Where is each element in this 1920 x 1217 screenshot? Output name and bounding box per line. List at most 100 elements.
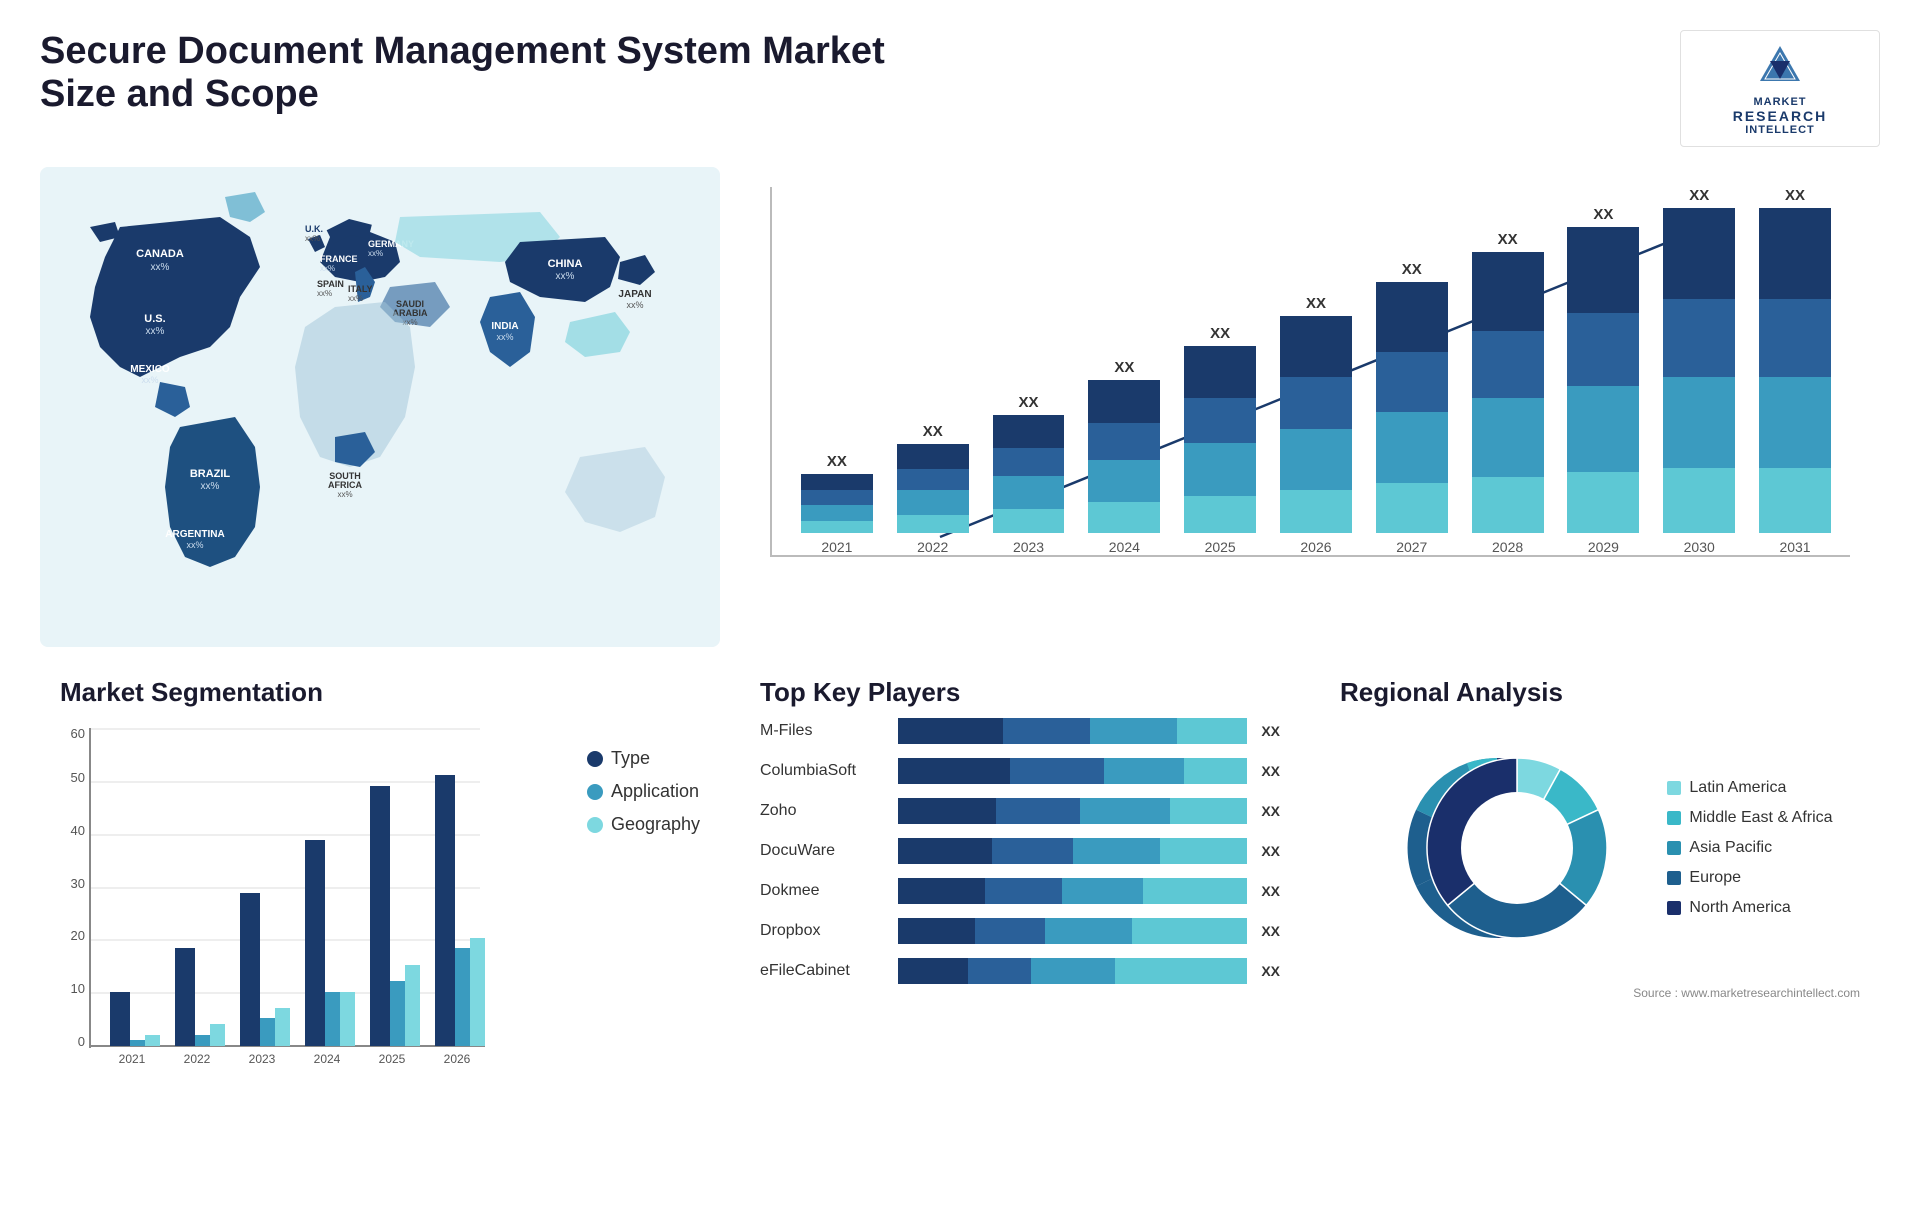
player-bar-seg-3	[1170, 798, 1247, 824]
legend-dot-type	[587, 751, 603, 767]
bar-year-label-2022: 2022	[917, 539, 948, 555]
bar-year-label-2027: 2027	[1396, 539, 1427, 555]
svg-text:2025: 2025	[379, 1052, 406, 1066]
label-north-america: North America	[1689, 899, 1790, 917]
player-row-2: ZohoXX	[760, 798, 1280, 824]
player-bar-seg-0	[898, 718, 1003, 744]
player-bar-seg-3	[1184, 758, 1247, 784]
bar-value-2023: XX	[1019, 394, 1039, 411]
bar-group-2022: XX 2022	[888, 187, 978, 555]
page: Secure Document Management System Market…	[0, 0, 1920, 1217]
bar-segment-1	[993, 448, 1065, 476]
bar-segment-2	[993, 476, 1065, 509]
svg-text:AFRICA: AFRICA	[328, 480, 362, 490]
bar-group-2023: XX2023	[984, 187, 1074, 555]
legend-dot-application	[587, 784, 603, 800]
legend-north-america: North America	[1667, 899, 1832, 917]
svg-text:xx%: xx%	[201, 481, 220, 492]
player-bar-seg-2	[1080, 798, 1171, 824]
svg-text:U.S.: U.S.	[144, 313, 165, 325]
bar-segment-0	[1567, 227, 1639, 313]
player-row-1: ColumbiaSoftXX	[760, 758, 1280, 784]
bar-value-2025: XX	[1210, 325, 1230, 342]
player-bar-seg-0	[898, 838, 992, 864]
player-name-3: DocuWare	[760, 842, 890, 860]
bar-group-2030: XX 2030	[1654, 187, 1744, 555]
player-value-5: XX	[1261, 923, 1280, 939]
label-europe: Europe	[1689, 869, 1741, 887]
bar-year-label-2030: 2030	[1684, 539, 1715, 555]
player-row-4: DokmeeXX	[760, 878, 1280, 904]
svg-text:xx%: xx%	[337, 490, 352, 499]
svg-text:xx%: xx%	[141, 375, 158, 385]
bar-segment-3	[801, 521, 873, 533]
label-middle-east: Middle East & Africa	[1689, 809, 1832, 827]
svg-text:JAPAN: JAPAN	[618, 289, 651, 300]
bar-value-2029: XX	[1593, 206, 1613, 223]
player-bar-seg-2	[1073, 838, 1160, 864]
bar-group-2027: XX 2027	[1367, 187, 1457, 555]
svg-text:FRANCE: FRANCE	[320, 254, 358, 264]
player-bar-seg-1	[1010, 758, 1104, 784]
legend-type: Type	[587, 748, 700, 769]
donut-chart-proper	[1387, 718, 1647, 978]
player-bar-seg-0	[898, 958, 968, 984]
bar-value-2021: XX	[827, 453, 847, 470]
bar-stack-2022	[897, 444, 969, 533]
legend-label-type: Type	[611, 748, 650, 769]
player-bar-seg-3	[1115, 958, 1248, 984]
legend-asia-pacific: Asia Pacific	[1667, 839, 1832, 857]
player-bar-seg-2	[1062, 878, 1142, 904]
logo-line1: MARKET	[1753, 96, 1806, 108]
bar-segment-0	[897, 444, 969, 469]
bar-stack-2030	[1663, 208, 1735, 533]
bar-segment-2	[801, 505, 873, 522]
bar-segment-1	[1088, 423, 1160, 460]
player-bar-seg-1	[1003, 718, 1090, 744]
bar-group-2026: XX2026	[1271, 187, 1361, 555]
bar-segment-3	[1280, 490, 1352, 533]
bar-year-label-2025: 2025	[1205, 539, 1236, 555]
svg-text:50: 50	[71, 770, 85, 785]
svg-text:2021: 2021	[119, 1052, 146, 1066]
bar-segment-2	[1184, 443, 1256, 495]
bar-segment-3	[897, 515, 969, 533]
player-bar-seg-0	[898, 798, 996, 824]
bar-segment-0	[1088, 380, 1160, 423]
logo-line2: RESEARCH	[1733, 108, 1828, 124]
color-latin-america	[1667, 781, 1681, 795]
bar-segment-3	[1663, 468, 1735, 533]
player-row-5: DropboxXX	[760, 918, 1280, 944]
bar-stack-2025	[1184, 346, 1256, 533]
player-bar-4	[898, 878, 1247, 904]
bar-chart-wrapper: XX2021XX2022XX2023XX2024XX2025XX2026XX20…	[770, 187, 1850, 607]
player-bar-seg-2	[1090, 718, 1177, 744]
player-row-0: M-FilesXX	[760, 718, 1280, 744]
player-bar-seg-3	[1177, 718, 1247, 744]
bar-segment-3	[1759, 468, 1831, 533]
player-value-2: XX	[1261, 803, 1280, 819]
bar-segment-2	[1088, 460, 1160, 503]
svg-text:30: 30	[71, 876, 85, 891]
svg-text:xx%: xx%	[348, 294, 363, 303]
bottom-right-section: Top Key Players M-FilesXXColumbiaSoftXXZ…	[740, 667, 1880, 1187]
bar-year-label-2028: 2028	[1492, 539, 1523, 555]
seg-chart-wrapper: 0 10 20 30 40 50 60	[60, 718, 567, 1088]
player-value-6: XX	[1261, 963, 1280, 979]
bar-value-2027: XX	[1402, 261, 1422, 278]
bar-segment-2	[1472, 398, 1544, 477]
player-row-6: eFileCabinetXX	[760, 958, 1280, 984]
legend-label-geography: Geography	[611, 814, 700, 835]
bar-segment-3	[1472, 477, 1544, 533]
bar-year-label-2029: 2029	[1588, 539, 1619, 555]
bar-segment-3	[1088, 502, 1160, 533]
player-bar-seg-2	[1045, 918, 1132, 944]
bar-segment-0	[1376, 282, 1448, 352]
player-bar-seg-3	[1143, 878, 1248, 904]
bar-value-2030: XX	[1689, 187, 1709, 204]
bar-group-2021: XX2021	[792, 187, 882, 555]
player-bar-3	[898, 838, 1247, 864]
bar-segment-3	[993, 509, 1065, 533]
bar-value-2022: XX	[923, 423, 943, 440]
legend-dot-geography	[587, 817, 603, 833]
